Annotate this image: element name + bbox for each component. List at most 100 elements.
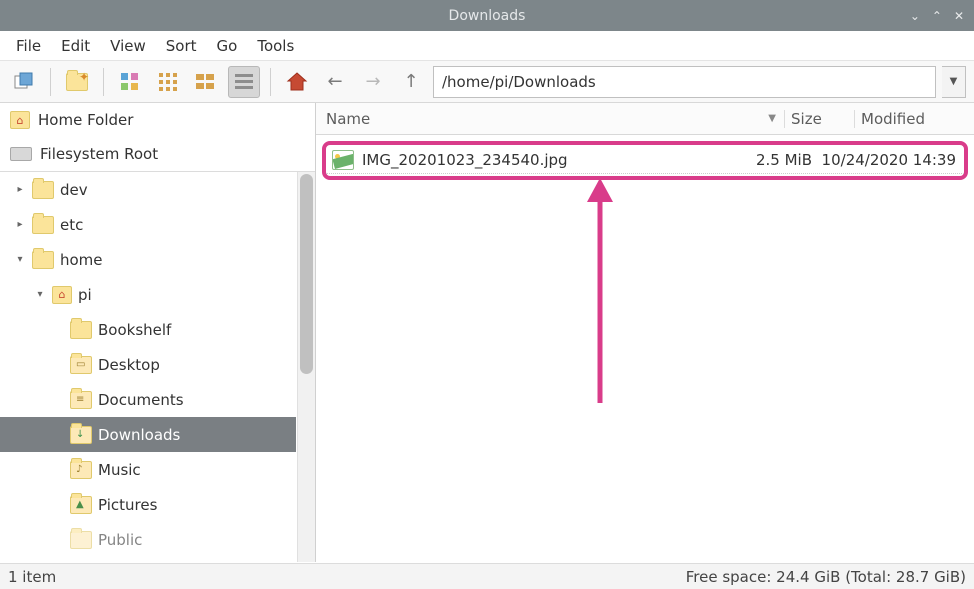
- menu-file[interactable]: File: [8, 33, 49, 59]
- places-pane: ⌂ Home Folder Filesystem Root: [0, 103, 315, 172]
- column-modified[interactable]: Modified: [854, 110, 974, 128]
- arrow-up-icon: ↑: [403, 71, 418, 92]
- menubar: File Edit View Sort Go Tools: [0, 31, 974, 61]
- tree-node-bookshelf[interactable]: Bookshelf: [0, 312, 296, 347]
- menu-go[interactable]: Go: [209, 33, 246, 59]
- close-button[interactable]: ✕: [954, 9, 964, 23]
- place-label: Filesystem Root: [40, 145, 158, 163]
- drive-icon: [10, 147, 32, 161]
- view-thumbnails-button[interactable]: [190, 66, 222, 98]
- folder-icon: [32, 251, 54, 269]
- file-modified: 10/24/2020 14:39: [818, 151, 958, 169]
- separator: [103, 68, 104, 96]
- tree-label: Bookshelf: [98, 321, 171, 339]
- tree-node-downloads[interactable]: ↓ Downloads: [0, 417, 296, 452]
- new-tab-button[interactable]: [8, 66, 40, 98]
- address-bar[interactable]: /home/pi/Downloads: [433, 66, 936, 98]
- expander-icon[interactable]: ▸: [14, 219, 26, 230]
- column-label: Modified: [861, 110, 925, 128]
- column-size[interactable]: Size: [784, 110, 854, 128]
- tree-node-public[interactable]: Public: [0, 522, 296, 557]
- menu-edit[interactable]: Edit: [53, 33, 98, 59]
- home-icon: [285, 70, 309, 94]
- home-folder-icon: ⌂: [52, 286, 72, 304]
- statusbar: 1 item Free space: 24.4 GiB (Total: 28.7…: [0, 563, 974, 589]
- place-home-folder[interactable]: ⌂ Home Folder: [0, 103, 315, 137]
- expander-icon[interactable]: ▾: [34, 289, 46, 300]
- tree-node-home[interactable]: ▾ home: [0, 242, 296, 277]
- scrollbar-thumb[interactable]: [300, 174, 313, 374]
- tree-node-etc[interactable]: ▸ etc: [0, 207, 296, 242]
- address-history-dropdown[interactable]: ▼: [942, 66, 966, 98]
- tree-label: Music: [98, 461, 141, 479]
- separator: [270, 68, 271, 96]
- arrow-right-icon: →: [365, 71, 380, 92]
- annotation-highlight: IMG_20201023_234540.jpg 2.5 MiB 10/24/20…: [322, 141, 968, 180]
- tree-node-pi[interactable]: ▾ ⌂ pi: [0, 277, 296, 312]
- sidebar: ⌂ Home Folder Filesystem Root ▸ dev ▸ et…: [0, 103, 316, 562]
- go-home-button[interactable]: [281, 66, 313, 98]
- place-filesystem-root[interactable]: Filesystem Root: [0, 137, 315, 171]
- pictures-folder-icon: ▲: [70, 496, 92, 514]
- thumbnails-view-icon: [194, 70, 218, 94]
- chevron-down-icon: ▼: [950, 76, 958, 87]
- column-label: Name: [326, 110, 370, 128]
- menu-tools[interactable]: Tools: [249, 33, 302, 59]
- directory-tree: ▸ dev ▸ etc ▾ home ▾ ⌂ pi: [0, 172, 315, 562]
- nav-forward-button[interactable]: →: [357, 66, 389, 98]
- expander-icon[interactable]: ▸: [14, 184, 26, 195]
- icons-view-icon: [118, 70, 142, 94]
- view-details-button[interactable]: [228, 66, 260, 98]
- tree-label: etc: [60, 216, 83, 234]
- tree-node-desktop[interactable]: ▭ Desktop: [0, 347, 296, 382]
- separator: [50, 68, 51, 96]
- documents-folder-icon: ≡: [70, 391, 92, 409]
- desktop-folder-icon: ▭: [70, 356, 92, 374]
- tree-scrollbar[interactable]: [297, 172, 315, 562]
- nav-back-button[interactable]: ←: [319, 66, 351, 98]
- image-file-icon: [332, 150, 354, 170]
- menu-sort[interactable]: Sort: [158, 33, 205, 59]
- home-folder-icon: ⌂: [10, 111, 30, 129]
- maximize-button[interactable]: ⌃: [932, 9, 942, 23]
- column-name[interactable]: Name ▼: [316, 110, 784, 128]
- arrow-left-icon: ←: [327, 71, 342, 92]
- file-size: 2.5 MiB: [754, 151, 818, 169]
- downloads-folder-icon: ↓: [70, 426, 92, 444]
- status-item-count: 1 item: [8, 568, 56, 586]
- tree-label: Desktop: [98, 356, 160, 374]
- compact-view-icon: [156, 70, 180, 94]
- expander-icon[interactable]: ▾: [14, 254, 26, 265]
- tree-label: Downloads: [98, 426, 180, 444]
- tree-label: Pictures: [98, 496, 157, 514]
- tree-label: Public: [98, 531, 142, 549]
- tree-label: dev: [60, 181, 88, 199]
- column-headers: Name ▼ Size Modified: [316, 103, 974, 135]
- window-controls: ⌄ ⌃ ✕: [910, 9, 964, 23]
- tree-label: pi: [78, 286, 92, 304]
- place-label: Home Folder: [38, 111, 133, 129]
- tree-node-pictures[interactable]: ▲ Pictures: [0, 487, 296, 522]
- menu-view[interactable]: View: [102, 33, 154, 59]
- tree-label: home: [60, 251, 103, 269]
- tree-node-music[interactable]: ♪ Music: [0, 452, 296, 487]
- tree-node-dev[interactable]: ▸ dev: [0, 172, 296, 207]
- folder-icon: [32, 181, 54, 199]
- status-free-space: Free space: 24.4 GiB (Total: 28.7 GiB): [686, 568, 966, 586]
- window-title: Downloads: [449, 8, 526, 24]
- folder-icon: [70, 321, 92, 339]
- view-icons-button[interactable]: [114, 66, 146, 98]
- music-folder-icon: ♪: [70, 461, 92, 479]
- folder-icon: ✦: [66, 73, 88, 91]
- view-compact-button[interactable]: [152, 66, 184, 98]
- nav-up-button[interactable]: ↑: [395, 66, 427, 98]
- address-path: /home/pi/Downloads: [442, 73, 596, 91]
- minimize-button[interactable]: ⌄: [910, 9, 920, 23]
- new-folder-button[interactable]: ✦: [61, 66, 93, 98]
- file-name: IMG_20201023_234540.jpg: [362, 151, 568, 169]
- column-label: Size: [791, 110, 822, 128]
- titlebar: Downloads ⌄ ⌃ ✕: [0, 0, 974, 31]
- tree-node-documents[interactable]: ≡ Documents: [0, 382, 296, 417]
- file-row[interactable]: IMG_20201023_234540.jpg 2.5 MiB 10/24/20…: [326, 147, 964, 174]
- public-folder-icon: [70, 531, 92, 549]
